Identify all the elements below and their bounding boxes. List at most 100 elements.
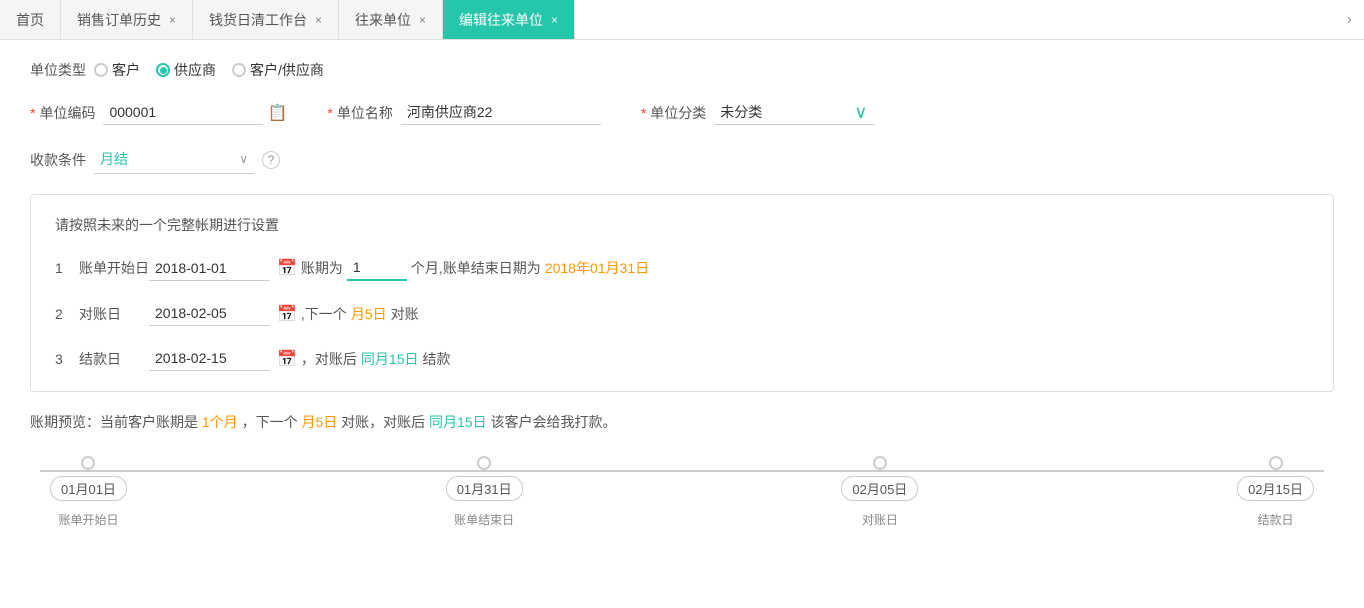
period-suffix-before-1: 账期为 <box>301 258 343 278</box>
period-label-2: 对账日 <box>79 304 149 324</box>
period-suffix-3: 结款 <box>423 349 451 369</box>
period-row-1: 1 账单开始日 📅 账期为 个月,账单结束日期为 2018年01月31日 <box>55 255 1309 281</box>
unit-type-radio-group: 客户 供应商 客户/供应商 <box>94 60 324 80</box>
period-label-3: 结款日 <box>79 349 149 369</box>
period-calendar-1[interactable]: 📅 <box>277 258 297 278</box>
timeline-badge-1: 01月31日 <box>446 476 523 501</box>
tab-scroll-arrow[interactable]: › <box>1335 11 1364 29</box>
unit-category-input <box>714 100 874 125</box>
tab-sales-close[interactable]: × <box>169 13 176 27</box>
unit-category-label: 单位分类 <box>650 103 706 123</box>
radio-supplier[interactable]: 供应商 <box>156 60 216 80</box>
unit-name-field-group: * 单位名称 <box>327 100 600 125</box>
payment-terms-chevron: ∨ <box>239 152 248 166</box>
payment-terms-label: 收款条件 <box>30 150 86 170</box>
period-date-3-input[interactable] <box>149 346 269 371</box>
period-end-date-1: 2018年01月31日 <box>545 258 649 278</box>
radio-customer-circle <box>94 63 108 77</box>
radio-supplier-circle <box>156 63 170 77</box>
period-suffix-2: 对账 <box>391 304 419 324</box>
preview-prefix: 账期预览：当前客户账期是 <box>30 414 198 430</box>
unit-name-label: 单位名称 <box>337 103 393 123</box>
payment-terms-dropdown[interactable]: 月结 ∨ <box>94 145 254 174</box>
payment-terms-value: 月结 <box>100 149 235 169</box>
tab-cash-close[interactable]: × <box>315 13 322 27</box>
timeline-point-2: 02月05日 对账日 <box>841 456 918 528</box>
period-date-1-input[interactable] <box>149 256 269 281</box>
period-row-3: 3 结款日 📅 ，对账后 同月15日 结款 <box>55 346 1309 371</box>
period-prefix-2: ,下一个 <box>301 304 347 324</box>
radio-customer[interactable]: 客户 <box>94 60 140 80</box>
unit-info-row: * 单位编码 📋 * 单位名称 * 单位分类 ∨ <box>30 100 1334 125</box>
unit-code-star: * <box>30 105 35 121</box>
timeline-dot-2 <box>873 456 887 470</box>
period-suffix-after-1: 个月,账单结束日期为 <box>411 258 541 278</box>
period-calendar-2[interactable]: 📅 <box>277 304 297 324</box>
timeline-sublabel-0: 账单开始日 <box>58 511 118 528</box>
period-highlight-2: 月5日 <box>351 304 387 324</box>
unit-category-select-wrapper[interactable]: ∨ <box>714 100 867 125</box>
timeline-point-0: 01月01日 账单开始日 <box>50 456 127 528</box>
timeline-container: 01月01日 账单开始日 01月31日 账单结束日 02月05日 对账日 02月… <box>30 456 1334 528</box>
tab-cash-reconciliation[interactable]: 钱货日清工作台 × <box>193 0 339 39</box>
preview-hl1: 1个月 <box>202 414 238 430</box>
period-value-2: 📅 ,下一个 月5日 对账 <box>149 301 419 326</box>
tab-edit-counterparty[interactable]: 编辑往来单位 × <box>443 0 575 39</box>
timeline-badge-0: 01月01日 <box>50 476 127 501</box>
unit-code-copy-icon[interactable]: 📋 <box>267 103 287 123</box>
tab-edit-counterparty-close[interactable]: × <box>551 13 558 27</box>
period-value-1: 📅 账期为 个月,账单结束日期为 2018年01月31日 <box>149 255 649 281</box>
period-highlight-3: 同月15日 <box>361 349 419 369</box>
unit-name-star: * <box>327 105 332 121</box>
unit-category-star: * <box>641 105 646 121</box>
radio-customer-supplier[interactable]: 客户/供应商 <box>232 60 324 80</box>
tab-cash-label: 钱货日清工作台 <box>209 10 307 30</box>
timeline-sublabel-1: 账单结束日 <box>454 511 514 528</box>
tab-edit-counterparty-label: 编辑往来单位 <box>459 10 543 30</box>
tab-sales-order-history[interactable]: 销售订单历史 × <box>61 0 193 39</box>
period-calendar-3[interactable]: 📅 <box>277 349 297 369</box>
period-date-2-input[interactable] <box>149 301 269 326</box>
timeline-badge-2: 02月05日 <box>841 476 918 501</box>
timeline-point-3: 02月15日 结款日 <box>1237 456 1314 528</box>
preview-mid2: 对账，对账后 <box>341 414 425 430</box>
tab-bar: 首页 销售订单历史 × 钱货日清工作台 × 往来单位 × 编辑往来单位 × › <box>0 0 1364 40</box>
radio-customer-supplier-label: 客户/供应商 <box>250 60 324 80</box>
unit-category-field-group: * 单位分类 ∨ <box>641 100 868 125</box>
tab-sales-label: 销售订单历史 <box>77 10 161 30</box>
tab-counterparty[interactable]: 往来单位 × <box>339 0 443 39</box>
period-num-1: 1 <box>55 260 79 276</box>
period-num-2: 2 <box>55 306 79 322</box>
radio-customer-supplier-circle <box>232 63 246 77</box>
preview-suffix: 该客户会给我打款。 <box>491 414 617 430</box>
preview-hl3: 同月15日 <box>429 414 487 430</box>
preview-hl2: 月5日 <box>301 414 337 430</box>
unit-name-input[interactable] <box>401 100 601 125</box>
unit-code-label: 单位编码 <box>39 103 95 123</box>
payment-terms-help-icon[interactable]: ? <box>262 151 280 169</box>
period-months-input[interactable] <box>347 255 407 281</box>
radio-supplier-label: 供应商 <box>174 60 216 80</box>
main-content: 单位类型 客户 供应商 客户/供应商 * 单位编码 📋 * 单位名称 <box>0 40 1364 608</box>
timeline-dot-0 <box>81 456 95 470</box>
preview-section: 账期预览：当前客户账期是 1个月 ，下一个 月5日 对账，对账后 同月15日 该… <box>30 412 1334 528</box>
timeline-sublabel-2: 对账日 <box>862 511 898 528</box>
period-num-3: 3 <box>55 351 79 367</box>
period-label-1: 账单开始日 <box>79 258 149 278</box>
unit-code-input[interactable] <box>103 100 263 125</box>
preview-text: 账期预览：当前客户账期是 1个月 ，下一个 月5日 对账，对账后 同月15日 该… <box>30 412 1334 432</box>
timeline-point-1: 01月31日 账单结束日 <box>446 456 523 528</box>
payment-terms-row: 收款条件 月结 ∨ ? <box>30 145 1334 174</box>
period-row-2: 2 对账日 📅 ,下一个 月5日 对账 <box>55 301 1309 326</box>
tab-home[interactable]: 首页 <box>0 0 61 39</box>
timeline-dot-1 <box>477 456 491 470</box>
timeline-dot-3 <box>1269 456 1283 470</box>
tab-counterparty-close[interactable]: × <box>419 13 426 27</box>
period-prefix-3: ，对账后 <box>301 349 357 369</box>
timeline-badge-3: 02月15日 <box>1237 476 1314 501</box>
period-card: 请按照未来的一个完整帐期进行设置 1 账单开始日 📅 账期为 个月,账单结束日期… <box>30 194 1334 392</box>
unit-code-field-group: * 单位编码 📋 <box>30 100 287 125</box>
unit-type-row: 单位类型 客户 供应商 客户/供应商 <box>30 60 1334 80</box>
unit-type-label: 单位类型 <box>30 60 86 80</box>
period-value-3: 📅 ，对账后 同月15日 结款 <box>149 346 451 371</box>
